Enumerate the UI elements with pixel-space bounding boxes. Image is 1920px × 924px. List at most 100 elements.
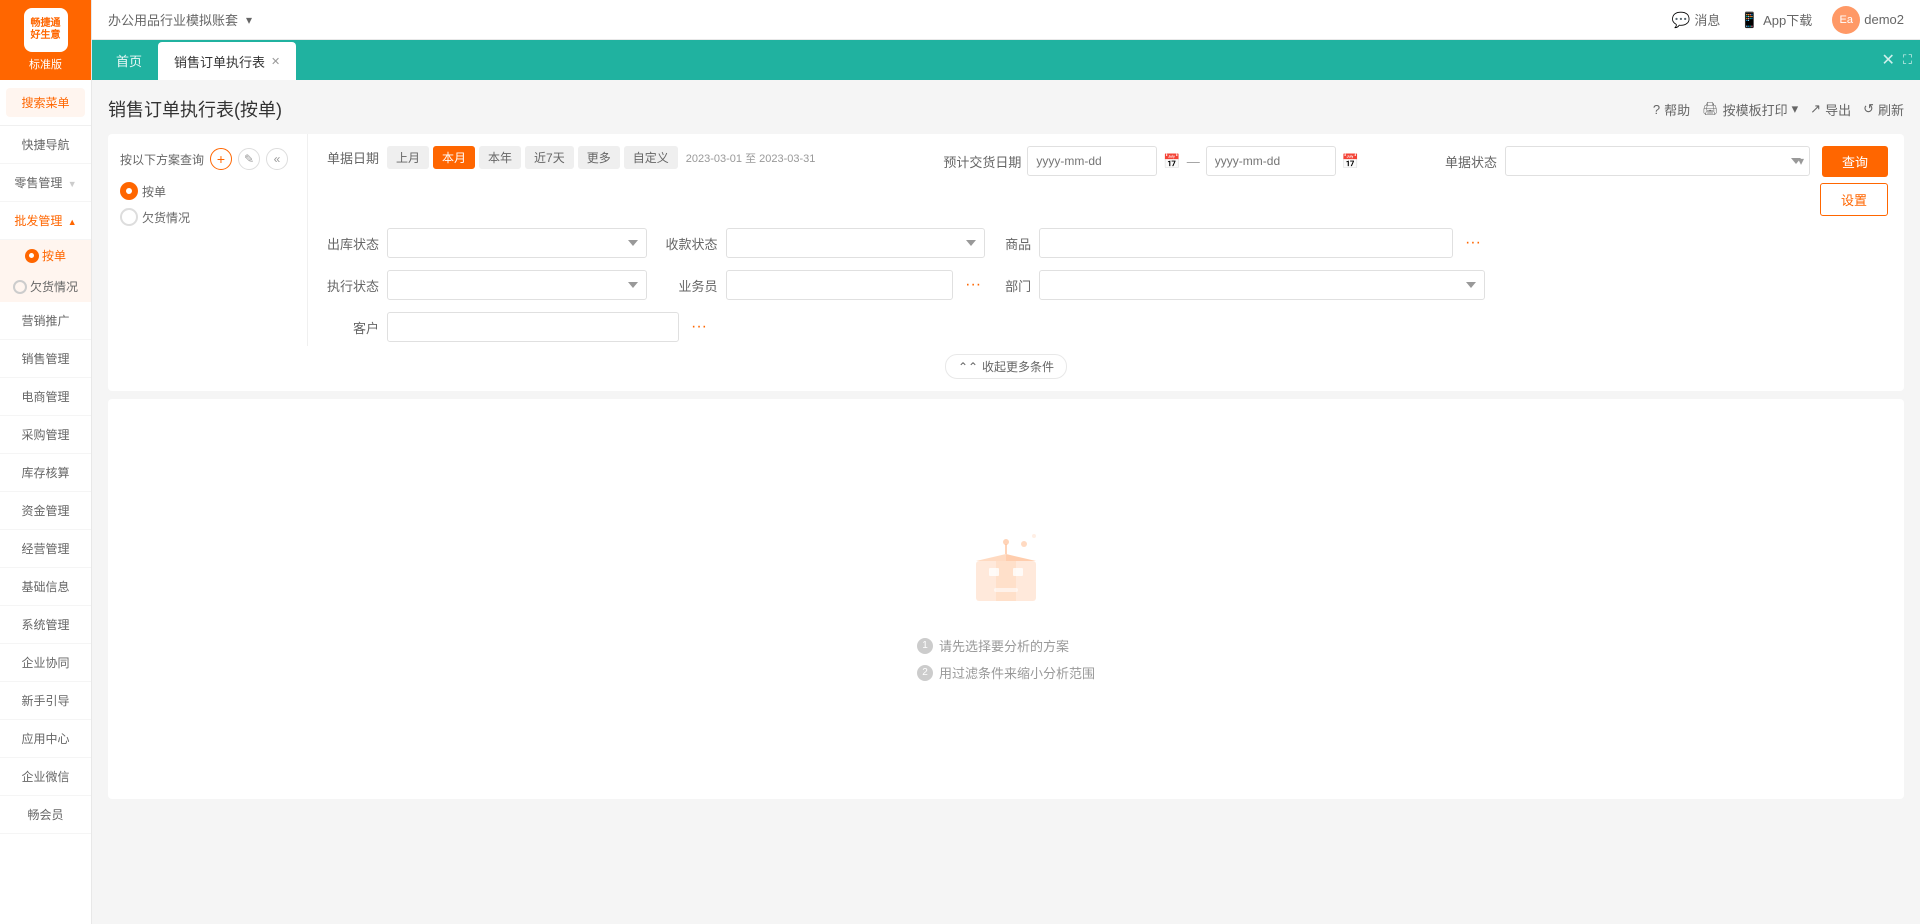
search-menu-button[interactable]: 搜索菜单	[6, 88, 85, 117]
sidebar-item-inventory[interactable]: 库存核算	[0, 454, 91, 492]
topbar-dropdown-icon[interactable]: ▾	[246, 13, 252, 27]
date-btn-last-month[interactable]: 上月	[387, 146, 429, 169]
help-icon: ?	[1653, 102, 1660, 117]
sidebar-item-enterprise[interactable]: 企业协同	[0, 644, 91, 682]
dept-select[interactable]	[1039, 270, 1485, 300]
wholesale-arrow-icon: ▲	[68, 217, 77, 227]
goods-input[interactable]	[1039, 228, 1453, 258]
order-selected-icon	[120, 182, 138, 200]
dept-label: 部门	[1001, 276, 1031, 295]
tab-home[interactable]: 首页	[100, 40, 158, 80]
date-btn-last7[interactable]: 近7天	[525, 146, 574, 169]
topbar-right: 💬 消息 📱 App下载 Ea demo2	[1672, 6, 1904, 34]
customer-input[interactable]	[387, 312, 679, 342]
scheme-selector: 按以下方案查询 + ✎ « 按单 欠货情况	[108, 134, 308, 346]
sidebar-search-area: 搜索菜单	[0, 80, 91, 126]
refresh-icon: ↺	[1863, 101, 1874, 117]
collapse-scheme-button[interactable]: «	[266, 148, 288, 170]
user-profile[interactable]: Ea demo2	[1832, 6, 1904, 34]
expected-date-start[interactable]	[1027, 146, 1157, 176]
debt-unselected-icon	[120, 208, 138, 226]
empty-state: 1 请先选择要分析的方案 2 用过滤条件来缩小分析范围	[917, 436, 1095, 762]
sidebar-item-app-center[interactable]: 应用中心	[0, 720, 91, 758]
sidebar-item-retail[interactable]: 零售管理 ▼	[0, 164, 91, 202]
date-btn-custom[interactable]: 自定义	[624, 146, 678, 169]
query-button[interactable]: 查询	[1822, 146, 1888, 177]
receipt-status-select[interactable]	[726, 228, 986, 258]
page-header: 销售订单执行表(按单) ? 帮助 🖨 按模板打印 ▾ ↗ 导出 ↺ 刷新	[108, 96, 1904, 122]
tab-sales-order[interactable]: 销售订单执行表 ✕	[158, 42, 296, 80]
salesperson-input[interactable]	[726, 270, 954, 300]
empty-tip-2: 2 用过滤条件来缩小分析范围	[917, 663, 1095, 682]
customer-label: 客户	[324, 318, 379, 337]
topbar-left: 办公用品行业模拟账套 ▾	[108, 10, 252, 29]
refresh-button[interactable]: ↺ 刷新	[1863, 100, 1904, 119]
add-scheme-button[interactable]: +	[210, 148, 232, 170]
tab-maximize-icon[interactable]: ⛶	[1903, 52, 1912, 68]
main-content: 办公用品行业模拟账套 ▾ 💬 消息 📱 App下载 Ea demo2 首页	[92, 0, 1920, 924]
doc-status-select[interactable]	[1505, 146, 1810, 176]
print-dropdown-icon: ▾	[1792, 101, 1799, 117]
goods-ellipsis-icon[interactable]: ···	[1461, 235, 1485, 251]
order-dot-icon	[25, 249, 39, 263]
goods-label: 商品	[1001, 234, 1031, 253]
date-buttons: 上月 本月 本年 近7天 更多 自定义	[387, 146, 678, 169]
home-tab-label: 首页	[116, 51, 142, 70]
sidebar-item-ecommerce[interactable]: 电商管理	[0, 378, 91, 416]
customer-ellipsis-icon[interactable]: ···	[687, 319, 711, 335]
sidebar-item-finance[interactable]: 资金管理	[0, 492, 91, 530]
app-download-button[interactable]: 📱 App下载	[1740, 10, 1812, 29]
scheme-option-debt[interactable]: 欠货情况	[120, 208, 295, 226]
query-buttons-area: 查询 设置	[1820, 146, 1888, 216]
sidebar-item-new-guide[interactable]: 新手引导	[0, 682, 91, 720]
out-status-select[interactable]	[387, 228, 647, 258]
salesperson-ellipsis-icon[interactable]: ···	[961, 277, 985, 293]
logo-subtitle: 标准版	[29, 56, 62, 72]
debt-ring-icon	[13, 280, 27, 294]
sidebar-item-operations[interactable]: 经营管理	[0, 530, 91, 568]
sidebar-subitem-debt[interactable]: 欠货情况	[0, 271, 91, 302]
retail-arrow-icon: ▼	[68, 179, 77, 189]
sidebar-subitem-order[interactable]: 按单	[0, 240, 91, 271]
sidebar: 畅捷通好生意 标准版 搜索菜单 快捷导航 零售管理 ▼ 批发管理 ▲ 按单 欠货…	[0, 0, 92, 924]
settings-button[interactable]: 设置	[1820, 183, 1888, 216]
empty-illustration	[956, 516, 1056, 616]
date-btn-this-year[interactable]: 本年	[479, 146, 521, 169]
collapse-up-icon: ⌃⌃	[958, 360, 978, 374]
edit-scheme-button[interactable]: ✎	[238, 148, 260, 170]
topbar-page-title: 办公用品行业模拟账套	[108, 10, 238, 29]
sidebar-item-marketing[interactable]: 营销推广	[0, 302, 91, 340]
date-btn-this-month[interactable]: 本月	[433, 146, 475, 169]
empty-tip-1: 1 请先选择要分析的方案	[917, 636, 1095, 655]
expected-date-end[interactable]	[1206, 146, 1336, 176]
app-download-icon: 📱	[1740, 11, 1759, 29]
sidebar-item-purchase[interactable]: 采购管理	[0, 416, 91, 454]
sidebar-item-wholesale[interactable]: 批发管理 ▲	[0, 202, 91, 240]
topbar: 办公用品行业模拟账套 ▾ 💬 消息 📱 App下载 Ea demo2	[92, 0, 1920, 40]
scheme-option-order[interactable]: 按单	[120, 182, 295, 200]
logo-image: 畅捷通好生意	[24, 8, 68, 52]
sidebar-item-sales-mgmt[interactable]: 销售管理	[0, 340, 91, 378]
date-label: 单据日期	[324, 148, 379, 167]
sidebar-item-system[interactable]: 系统管理	[0, 606, 91, 644]
date-btn-more[interactable]: 更多	[578, 146, 620, 169]
sidebar-item-corp-wechat[interactable]: 企业微信	[0, 758, 91, 796]
avatar: Ea	[1832, 6, 1860, 34]
app-logo[interactable]: 畅捷通好生意 标准版	[0, 0, 91, 80]
collapse-button[interactable]: ⌃⌃ 收起更多条件	[945, 354, 1067, 379]
message-button[interactable]: 💬 消息	[1672, 10, 1721, 29]
tabbar-right: ✕ ⛶	[1881, 50, 1920, 70]
tab-close-icon[interactable]: ✕	[271, 55, 280, 68]
sidebar-item-member[interactable]: 畅会员	[0, 796, 91, 834]
receipt-status-label: 收款状态	[663, 234, 718, 253]
calendar-start-icon[interactable]: 📅	[1163, 153, 1180, 170]
print-button[interactable]: 🖨 按模板打印 ▾	[1702, 100, 1798, 119]
calendar-end-icon[interactable]: 📅	[1342, 153, 1359, 170]
help-button[interactable]: ? 帮助	[1653, 100, 1690, 119]
sidebar-item-basic-info[interactable]: 基础信息	[0, 568, 91, 606]
tab-close-window-icon[interactable]: ✕	[1881, 50, 1894, 70]
exec-status-select[interactable]	[387, 270, 647, 300]
export-button[interactable]: ↗ 导出	[1810, 100, 1851, 119]
exec-status-label: 执行状态	[324, 276, 379, 295]
sidebar-item-quick-nav[interactable]: 快捷导航	[0, 126, 91, 164]
